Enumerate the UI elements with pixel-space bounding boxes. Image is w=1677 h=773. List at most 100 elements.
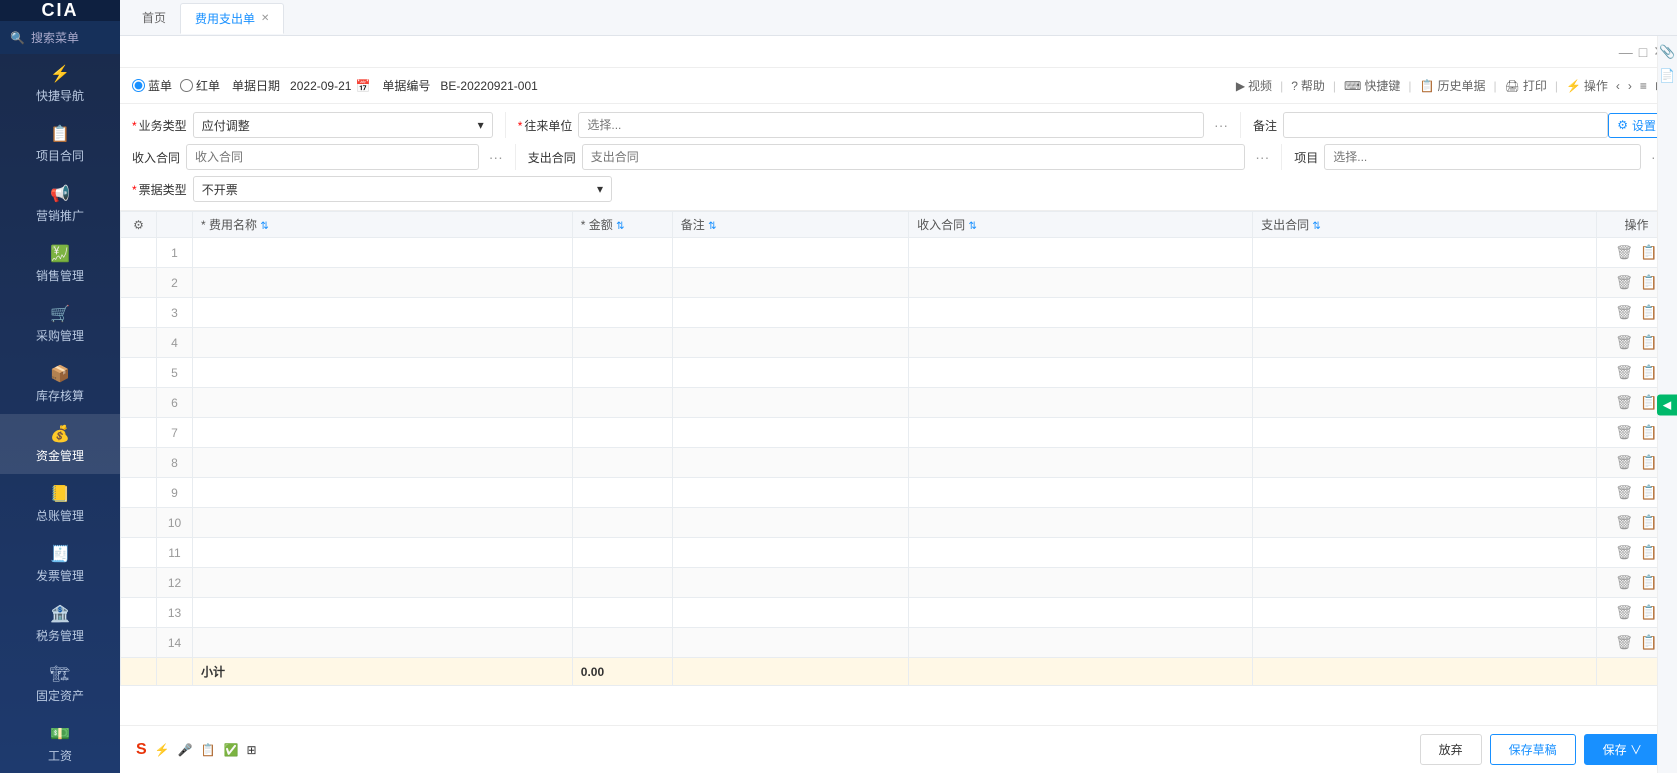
- sidebar-item-capital[interactable]: 💰 资金管理: [0, 414, 120, 474]
- sidebar-item-inventory[interactable]: 📦 库存核算: [0, 354, 120, 414]
- income-contract-ellipsis[interactable]: ···: [489, 149, 503, 165]
- delete-row-button[interactable]: 🗑: [1613, 482, 1635, 503]
- row-expense-name-cell[interactable]: [193, 268, 573, 298]
- delete-row-button[interactable]: 🗑: [1613, 512, 1635, 533]
- row-expense-name-cell[interactable]: [193, 448, 573, 478]
- delete-row-button[interactable]: 🗑: [1613, 332, 1635, 353]
- row-remark-cell[interactable]: [672, 298, 908, 328]
- row-amount-cell[interactable]: [572, 418, 672, 448]
- col-remark[interactable]: 备注 ⇅: [672, 212, 908, 238]
- row-income-contract-cell[interactable]: [909, 298, 1253, 328]
- col-expense-contract[interactable]: 支出合同 ⇅: [1253, 212, 1597, 238]
- operation-action[interactable]: ⚡ 操作: [1566, 77, 1608, 94]
- row-income-contract-cell[interactable]: [909, 328, 1253, 358]
- tab-home[interactable]: 首页: [128, 3, 180, 32]
- row-expense-name-cell[interactable]: [193, 538, 573, 568]
- row-amount-cell[interactable]: [572, 238, 672, 268]
- row-amount-cell[interactable]: [572, 268, 672, 298]
- row-expense-contract-cell[interactable]: [1253, 508, 1597, 538]
- row-expense-contract-cell[interactable]: [1253, 628, 1597, 658]
- col-amount-sort[interactable]: ⇅: [616, 221, 624, 232]
- counterpart-input[interactable]: [578, 112, 1204, 138]
- tab-close-icon[interactable]: ✕: [261, 13, 269, 24]
- expense-contract-ellipsis[interactable]: ···: [1255, 149, 1269, 165]
- row-expense-contract-cell[interactable]: [1253, 598, 1597, 628]
- row-expense-name-cell[interactable]: [193, 358, 573, 388]
- row-remark-cell[interactable]: [672, 628, 908, 658]
- row-expense-contract-cell[interactable]: [1253, 568, 1597, 598]
- video-action[interactable]: ▶ 视频: [1236, 77, 1272, 94]
- tab-expense[interactable]: 费用支出单 ✕: [180, 3, 284, 34]
- row-expense-name-cell[interactable]: [193, 298, 573, 328]
- expense-contract-input[interactable]: [582, 144, 1245, 170]
- calendar-icon[interactable]: 📅: [355, 79, 370, 93]
- history-action[interactable]: 📋 历史单据: [1419, 77, 1485, 94]
- row-expense-contract-cell[interactable]: [1253, 418, 1597, 448]
- print-action[interactable]: 🖨 打印: [1505, 77, 1547, 94]
- sidebar-item-tax[interactable]: 🏦 税务管理: [0, 594, 120, 654]
- help-action[interactable]: ? 帮助: [1291, 77, 1325, 94]
- col-amount[interactable]: * 金额 ⇅: [572, 212, 672, 238]
- row-expense-contract-cell[interactable]: [1253, 358, 1597, 388]
- col-gear[interactable]: ⚙: [121, 212, 157, 238]
- row-amount-cell[interactable]: [572, 598, 672, 628]
- row-income-contract-cell[interactable]: [909, 628, 1253, 658]
- delete-row-button[interactable]: 🗑: [1613, 362, 1635, 383]
- row-amount-cell[interactable]: [572, 388, 672, 418]
- delete-row-button[interactable]: 🗑: [1613, 452, 1635, 473]
- row-amount-cell[interactable]: [572, 358, 672, 388]
- restore-icon[interactable]: □: [1639, 44, 1647, 60]
- row-amount-cell[interactable]: [572, 448, 672, 478]
- row-income-contract-cell[interactable]: [909, 358, 1253, 388]
- row-income-contract-cell[interactable]: [909, 508, 1253, 538]
- row-expense-name-cell[interactable]: [193, 418, 573, 448]
- invoice-type-select[interactable]: 不开票 ▾: [193, 176, 612, 202]
- nav-prev[interactable]: ‹: [1616, 79, 1620, 93]
- row-remark-cell[interactable]: [672, 478, 908, 508]
- sidebar-search[interactable]: 🔍 搜索菜单: [0, 21, 120, 54]
- row-amount-cell[interactable]: [572, 538, 672, 568]
- row-expense-contract-cell[interactable]: [1253, 538, 1597, 568]
- row-expense-contract-cell[interactable]: [1253, 448, 1597, 478]
- col-expense-name[interactable]: * 费用名称 ⇅: [193, 212, 573, 238]
- row-income-contract-cell[interactable]: [909, 238, 1253, 268]
- row-income-contract-cell[interactable]: [909, 598, 1253, 628]
- row-remark-cell[interactable]: [672, 328, 908, 358]
- sidebar-item-quick-nav[interactable]: ⚡ 快捷导航: [0, 54, 120, 114]
- row-income-contract-cell[interactable]: [909, 538, 1253, 568]
- row-remark-cell[interactable]: [672, 568, 908, 598]
- income-contract-input[interactable]: [186, 144, 479, 170]
- row-income-contract-cell[interactable]: [909, 268, 1253, 298]
- row-expense-name-cell[interactable]: [193, 238, 573, 268]
- row-income-contract-cell[interactable]: [909, 388, 1253, 418]
- row-expense-name-cell[interactable]: [193, 328, 573, 358]
- row-expense-contract-cell[interactable]: [1253, 268, 1597, 298]
- row-income-contract-cell[interactable]: [909, 478, 1253, 508]
- row-expense-contract-cell[interactable]: [1253, 388, 1597, 418]
- row-amount-cell[interactable]: [572, 568, 672, 598]
- discard-button[interactable]: 放弃: [1420, 734, 1482, 765]
- sidebar-item-marketing[interactable]: 📢 营销推广: [0, 174, 120, 234]
- view-list[interactable]: ≡: [1640, 79, 1647, 93]
- row-remark-cell[interactable]: [672, 598, 908, 628]
- row-income-contract-cell[interactable]: [909, 568, 1253, 598]
- sidebar-item-invoice[interactable]: 🧾 发票管理: [0, 534, 120, 594]
- delete-row-button[interactable]: 🗑: [1613, 272, 1635, 293]
- row-expense-name-cell[interactable]: [193, 568, 573, 598]
- delete-row-button[interactable]: 🗑: [1613, 392, 1635, 413]
- col-expense-contract-sort[interactable]: ⇅: [1312, 221, 1320, 232]
- row-amount-cell[interactable]: [572, 478, 672, 508]
- delete-row-button[interactable]: 🗑: [1613, 572, 1635, 593]
- delete-row-button[interactable]: 🗑: [1613, 632, 1635, 653]
- expand-panel-icon[interactable]: ◀: [1657, 394, 1677, 415]
- delete-row-button[interactable]: 🗑: [1613, 242, 1635, 263]
- row-amount-cell[interactable]: [572, 328, 672, 358]
- col-income-contract[interactable]: 收入合同 ⇅: [909, 212, 1253, 238]
- row-remark-cell[interactable]: [672, 358, 908, 388]
- radio-blue[interactable]: 蓝单: [132, 77, 172, 94]
- doc-icon[interactable]: 📄: [1659, 68, 1675, 84]
- row-remark-cell[interactable]: [672, 268, 908, 298]
- delete-row-button[interactable]: 🗑: [1613, 422, 1635, 443]
- sidebar-item-project-contract[interactable]: 📋 项目合同: [0, 114, 120, 174]
- delete-row-button[interactable]: 🗑: [1613, 542, 1635, 563]
